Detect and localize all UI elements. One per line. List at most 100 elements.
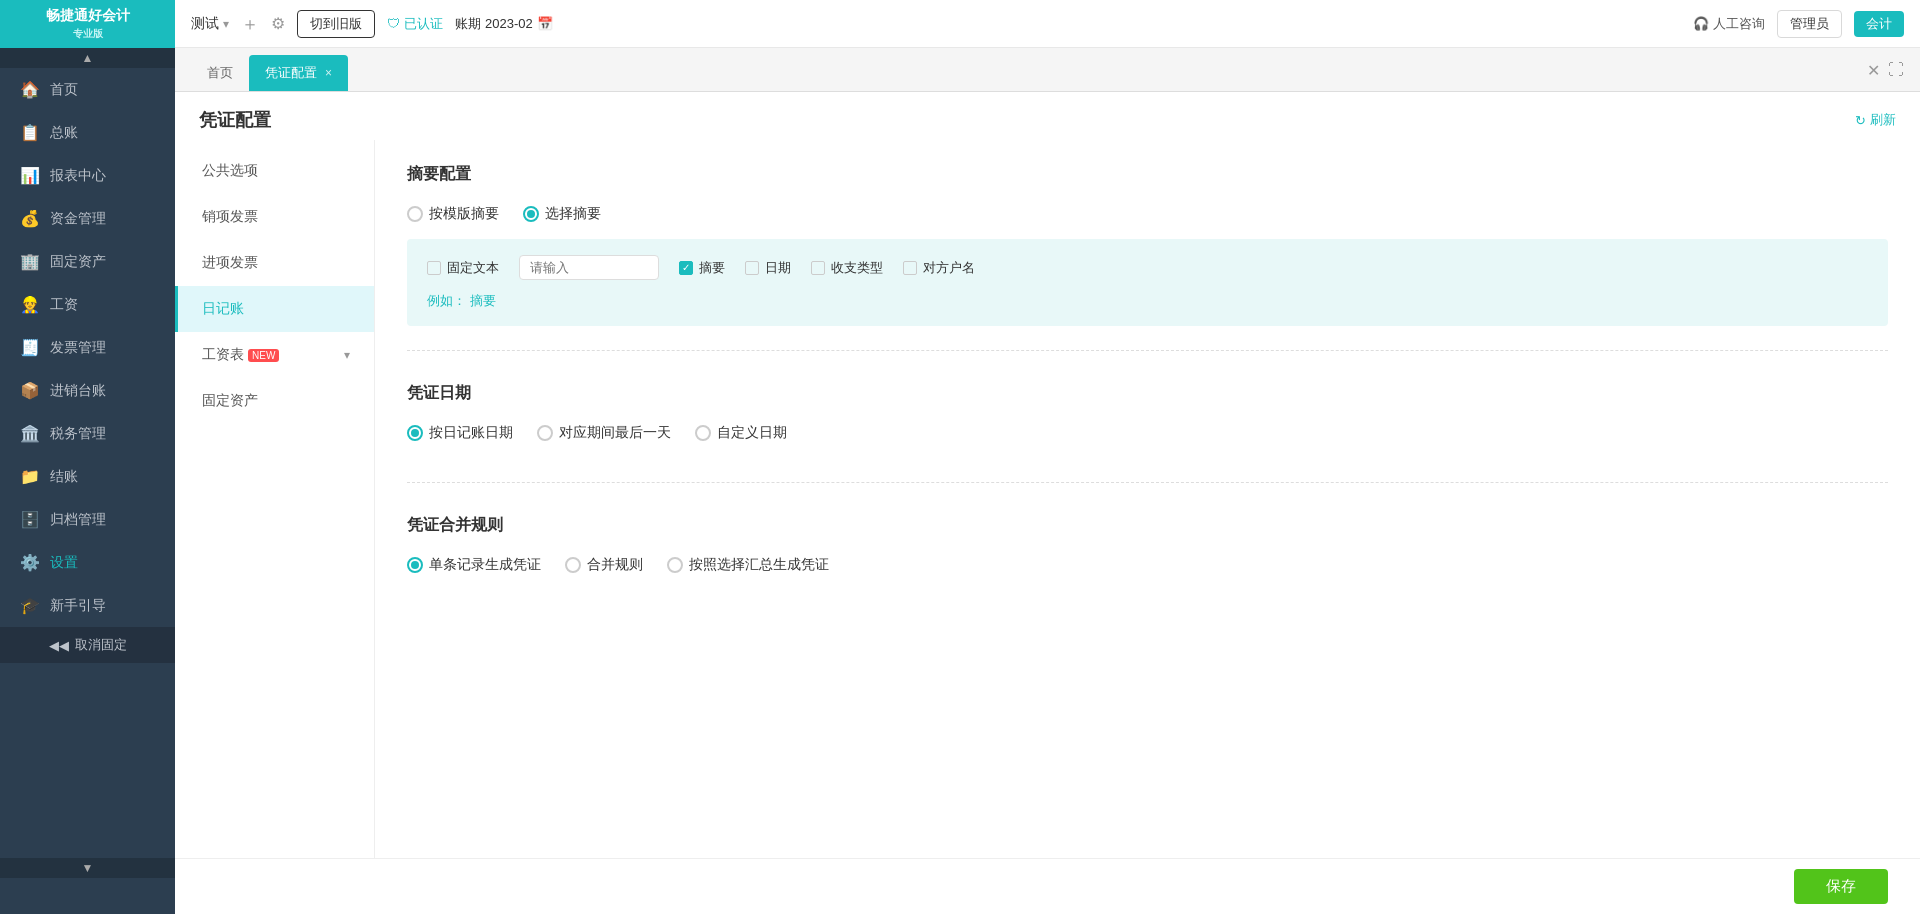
left-nav-purchase-invoice[interactable]: 进项发票 <box>175 240 374 286</box>
page-title: 凭证配置 <box>199 108 271 132</box>
sidebar-items: 🏠 首页 📋 总账 📊 报表中心 💰 资金管理 🏢 固定资产 👷 工资 <box>0 48 175 627</box>
invoice-icon: 🧾 <box>20 338 40 357</box>
add-icon[interactable]: ＋ <box>241 12 259 36</box>
sidebar-item-report[interactable]: 📊 报表中心 <box>0 154 175 197</box>
sidebar-item-purchase-sales[interactable]: 📦 进销台账 <box>0 369 175 412</box>
summary-config-section: 摘要配置 按模版摘要 选择摘要 <box>407 164 1888 351</box>
right-config: 摘要配置 按模版摘要 选择摘要 <box>375 140 1920 858</box>
tab-home[interactable]: 首页 <box>191 55 249 91</box>
refresh-icon: ↻ <box>1855 113 1866 128</box>
checkbox-date[interactable]: 日期 <box>745 259 791 277</box>
sidebar-item-fund[interactable]: 💰 资金管理 <box>0 197 175 240</box>
window-close-icon[interactable]: ✕ <box>1867 60 1880 79</box>
radio-circle-custom <box>695 425 711 441</box>
switch-old-button[interactable]: 切到旧版 <box>297 10 375 38</box>
fixed-text-input[interactable] <box>519 255 659 280</box>
bottom-bar: 保存 <box>175 858 1920 914</box>
cancel-fixed-button[interactable]: ◀◀ 取消固定 <box>0 627 175 663</box>
radio-single-record[interactable]: 单条记录生成凭证 <box>407 556 541 574</box>
certified-status: 🛡 已认证 <box>387 15 443 33</box>
left-nav-journal[interactable]: 日记账 <box>175 286 374 332</box>
main-layout: ▲ 🏠 首页 📋 总账 📊 报表中心 💰 资金管理 🏢 固定资产 <box>0 48 1920 914</box>
summary-radio-group: 按模版摘要 选择摘要 <box>407 205 1888 223</box>
headset-icon: 🎧 <box>1693 16 1709 31</box>
salary-icon: 👷 <box>20 295 40 314</box>
manager-button[interactable]: 管理员 <box>1777 10 1842 38</box>
sidebar-item-invoice[interactable]: 🧾 发票管理 <box>0 326 175 369</box>
sidebar-item-ledger[interactable]: 📋 总账 <box>0 111 175 154</box>
sidebar-item-tax[interactable]: 🏛️ 税务管理 <box>0 412 175 455</box>
topbar: 畅捷通好会计 专业版 测试 ▾ ＋ ⚙ 切到旧版 🛡 已认证 账期 2023-0… <box>0 0 1920 48</box>
checkbox-counterparty[interactable]: 对方户名 <box>903 259 975 277</box>
sidebar-item-settings[interactable]: ⚙️ 设置 <box>0 541 175 584</box>
radio-by-journal-date[interactable]: 按日记账日期 <box>407 424 513 442</box>
window-expand-icon[interactable]: ⛶ <box>1888 61 1904 79</box>
calendar-icon[interactable]: 📅 <box>537 16 553 31</box>
settings-icon[interactable]: ⚙ <box>271 14 285 33</box>
sidebar-scroll-up[interactable]: ▲ <box>0 48 175 68</box>
date-config-section: 凭证日期 按日记账日期 对应期间最后一天 <box>407 383 1888 483</box>
save-button[interactable]: 保存 <box>1794 869 1888 904</box>
accountant-button[interactable]: 会计 <box>1854 11 1904 37</box>
radio-circle-merge <box>565 557 581 573</box>
example-value: 摘要 <box>470 293 496 308</box>
radio-circle-journal <box>407 425 423 441</box>
left-nav: 公共选项 销项发票 进项发票 日记账 工资表NEW ▾ <box>175 140 375 858</box>
shield-icon: 🛡 <box>387 16 400 31</box>
tax-icon: 🏛️ <box>20 424 40 443</box>
merge-config-section: 凭证合并规则 单条记录生成凭证 合并规则 <box>407 515 1888 614</box>
checkbox-income-type[interactable]: 收支类型 <box>811 259 883 277</box>
radio-select-summary[interactable]: 选择摘要 <box>523 205 601 223</box>
report-icon: 📊 <box>20 166 40 185</box>
radio-by-period-last-day[interactable]: 对应期间最后一天 <box>537 424 671 442</box>
summary-section-title: 摘要配置 <box>407 164 1888 185</box>
left-nav-fixed-assets[interactable]: 固定资产 <box>175 378 374 424</box>
tutorial-icon: 🎓 <box>20 596 40 615</box>
tab-close-icon[interactable]: × <box>325 66 332 80</box>
page-content: 凭证配置 ↻ 刷新 公共选项 销项发票 进项发票 <box>175 92 1920 858</box>
sidebar-item-tutorial[interactable]: 🎓 新手引导 <box>0 584 175 627</box>
checkbox-row: 固定文本 ✓ 摘要 日期 <box>427 255 1868 280</box>
radio-circle-select <box>523 206 539 222</box>
radio-template-summary[interactable]: 按模版摘要 <box>407 205 499 223</box>
page-header: 凭证配置 ↻ 刷新 <box>175 92 1920 140</box>
consult-button[interactable]: 🎧 人工咨询 <box>1693 15 1765 33</box>
checkbox-fixed-text[interactable]: 固定文本 <box>427 259 499 277</box>
project-selector[interactable]: 测试 ▾ <box>191 15 229 33</box>
radio-circle-template <box>407 206 423 222</box>
fixed-assets-icon: 🏢 <box>20 252 40 271</box>
tab-bar-actions: ✕ ⛶ <box>1867 60 1904 79</box>
radio-merge-rule[interactable]: 合并规则 <box>565 556 643 574</box>
settings-sidebar-icon: ⚙️ <box>20 553 40 572</box>
tab-voucher-config[interactable]: 凭证配置 × <box>249 55 348 91</box>
topbar-center: 测试 ▾ ＋ ⚙ 切到旧版 🛡 已认证 账期 2023-02 📅 <box>175 10 1693 38</box>
radio-circle-period <box>537 425 553 441</box>
ledger-icon: 📋 <box>20 123 40 142</box>
refresh-button[interactable]: ↻ 刷新 <box>1855 111 1896 129</box>
checkbox-summary[interactable]: ✓ 摘要 <box>679 259 725 277</box>
radio-custom-date[interactable]: 自定义日期 <box>695 424 787 442</box>
left-nav-public-options[interactable]: 公共选项 <box>175 148 374 194</box>
sidebar-scroll-down[interactable]: ▼ <box>0 858 175 878</box>
sidebar-item-home[interactable]: 🏠 首页 <box>0 68 175 111</box>
example-text: 例如： 摘要 <box>427 292 1868 310</box>
content-area: 首页 凭证配置 × ✕ ⛶ 凭证配置 ↻ 刷新 <box>175 48 1920 914</box>
radio-merge-by-select[interactable]: 按照选择汇总生成凭证 <box>667 556 829 574</box>
two-col-layout: 公共选项 销项发票 进项发票 日记账 工资表NEW ▾ <box>175 140 1920 858</box>
period-info: 账期 2023-02 📅 <box>455 15 553 33</box>
checkbox-date-box <box>745 261 759 275</box>
summary-sub-config: 固定文本 ✓ 摘要 日期 <box>407 239 1888 326</box>
fund-icon: 💰 <box>20 209 40 228</box>
purchase-sales-icon: 📦 <box>20 381 40 400</box>
checkbox-counterparty-box <box>903 261 917 275</box>
left-nav-sales-invoice[interactable]: 销项发票 <box>175 194 374 240</box>
sidebar-item-salary[interactable]: 👷 工资 <box>0 283 175 326</box>
home-icon: 🏠 <box>20 80 40 99</box>
merge-radio-group: 单条记录生成凭证 合并规则 按照选择汇总生成凭证 <box>407 556 1888 574</box>
left-nav-payroll[interactable]: 工资表NEW ▾ <box>175 332 374 378</box>
topbar-right: 🎧 人工咨询 管理员 会计 <box>1693 10 1904 38</box>
sidebar-item-archive[interactable]: 🗄️ 归档管理 <box>0 498 175 541</box>
sidebar-item-close-account[interactable]: 📁 结账 <box>0 455 175 498</box>
sidebar-item-fixed-assets[interactable]: 🏢 固定资产 <box>0 240 175 283</box>
radio-circle-by-select <box>667 557 683 573</box>
